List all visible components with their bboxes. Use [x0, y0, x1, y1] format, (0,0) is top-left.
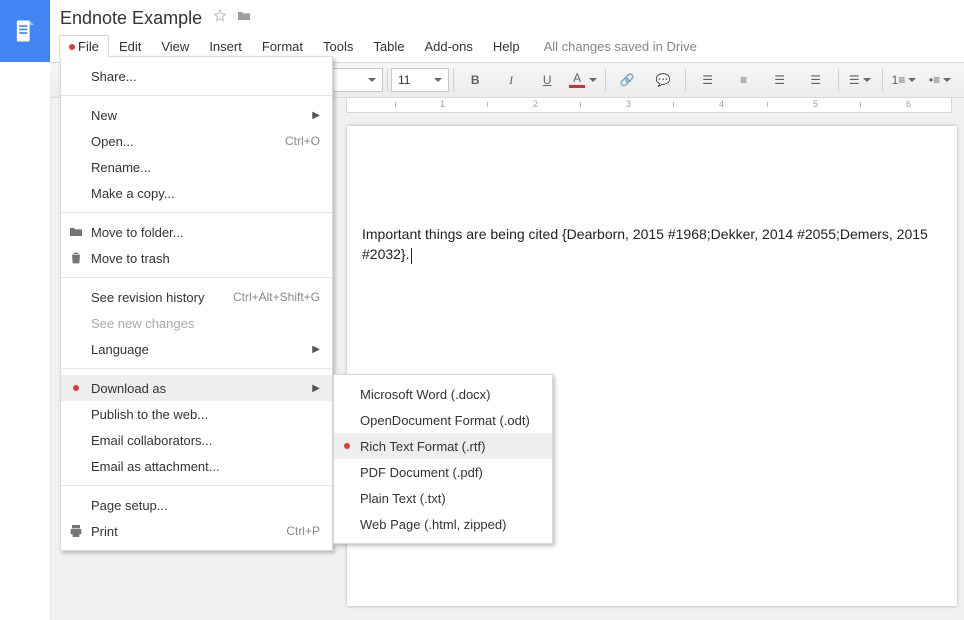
menu-item-see-new-changes: See new changes: [61, 310, 332, 336]
marker-dot-icon: [69, 44, 75, 50]
font-size-value: 11: [398, 73, 410, 87]
marker-dot-icon: [344, 443, 350, 449]
bulleted-list-button[interactable]: •≡: [922, 67, 958, 93]
caret-down-icon: [908, 78, 916, 82]
save-status: All changes saved in Drive: [544, 39, 697, 54]
folder-icon[interactable]: [236, 8, 252, 29]
menu-item-rename[interactable]: Rename...: [61, 154, 332, 180]
print-icon: [67, 522, 85, 540]
trash-icon: [67, 249, 85, 267]
star-icon[interactable]: [212, 8, 228, 29]
font-size-select[interactable]: 11: [391, 68, 449, 92]
caret-down-icon: [368, 78, 376, 82]
menu-item-open[interactable]: Open... Ctrl+O: [61, 128, 332, 154]
menu-item-move-to-trash[interactable]: Move to trash: [61, 245, 332, 271]
shortcut-label: Ctrl+Alt+Shift+G: [233, 290, 320, 304]
ruler: 1 2 3 4 5 6: [346, 97, 952, 113]
menu-item-move-to-folder[interactable]: Move to folder...: [61, 219, 332, 245]
align-justify-button[interactable]: ☰: [798, 67, 834, 93]
menu-item-print[interactable]: Print Ctrl+P: [61, 518, 332, 544]
menubar: File Edit View Insert Format Tools Table…: [60, 35, 697, 58]
caret-down-icon: [434, 78, 442, 82]
submenu-item-odt[interactable]: OpenDocument Format (.odt): [334, 407, 552, 433]
menu-item-email-collaborators[interactable]: Email collaborators...: [61, 427, 332, 453]
submenu-arrow-icon: ▶: [312, 110, 320, 121]
menu-help[interactable]: Help: [483, 35, 530, 58]
docs-icon: [11, 17, 39, 45]
menu-tools[interactable]: Tools: [313, 35, 363, 58]
submenu-item-html[interactable]: Web Page (.html, zipped): [334, 511, 552, 537]
submenu-item-rtf[interactable]: Rich Text Format (.rtf): [334, 433, 552, 459]
submenu-item-docx[interactable]: Microsoft Word (.docx): [334, 381, 552, 407]
menu-item-publish-web[interactable]: Publish to the web...: [61, 401, 332, 427]
menu-item-make-copy[interactable]: Make a copy...: [61, 180, 332, 206]
menu-edit[interactable]: Edit: [109, 35, 151, 58]
align-center-button[interactable]: ≡: [726, 67, 762, 93]
underline-button[interactable]: U: [529, 67, 565, 93]
document-body-text: Important things are being cited {Dearbo…: [362, 226, 928, 262]
menu-addons[interactable]: Add-ons: [414, 35, 482, 58]
submenu-item-pdf[interactable]: PDF Document (.pdf): [334, 459, 552, 485]
caret-down-icon: [863, 78, 871, 82]
bold-button[interactable]: B: [457, 67, 493, 93]
menu-item-language[interactable]: Language ▶: [61, 336, 332, 362]
align-left-button[interactable]: ☰: [690, 67, 726, 93]
line-spacing-button[interactable]: ☰: [842, 67, 878, 93]
file-menu-panel: Share... New ▶ Open... Ctrl+O Rename... …: [60, 56, 333, 551]
left-gutter: [0, 62, 51, 620]
document-title[interactable]: Endnote Example: [60, 8, 202, 29]
menu-item-download-as[interactable]: Download as ▶: [61, 375, 332, 401]
menu-item-share[interactable]: Share...: [61, 63, 332, 89]
submenu-arrow-icon: ▶: [312, 383, 320, 394]
folder-icon: [67, 223, 85, 241]
submenu-arrow-icon: ▶: [312, 344, 320, 355]
italic-button[interactable]: I: [493, 67, 529, 93]
menu-format[interactable]: Format: [252, 35, 313, 58]
insert-link-button[interactable]: 🔗: [609, 67, 645, 93]
menu-table[interactable]: Table: [363, 35, 414, 58]
shortcut-label: Ctrl+O: [285, 134, 320, 148]
shortcut-label: Ctrl+P: [286, 524, 320, 538]
caret-down-icon: [943, 78, 951, 82]
menu-item-page-setup[interactable]: Page setup...: [61, 492, 332, 518]
numbered-list-button[interactable]: 1≡: [886, 67, 922, 93]
menu-item-email-attachment[interactable]: Email as attachment...: [61, 453, 332, 479]
submenu-item-txt[interactable]: Plain Text (.txt): [334, 485, 552, 511]
text-cursor: [411, 248, 412, 264]
menu-item-new[interactable]: New ▶: [61, 102, 332, 128]
menu-view[interactable]: View: [151, 35, 199, 58]
app-logo[interactable]: [0, 0, 50, 62]
text-color-swatch: [569, 85, 585, 88]
menu-item-revision-history[interactable]: See revision history Ctrl+Alt+Shift+G: [61, 284, 332, 310]
download-as-submenu: Microsoft Word (.docx) OpenDocument Form…: [333, 374, 553, 544]
caret-down-icon: [589, 78, 597, 82]
align-right-button[interactable]: ☰: [762, 67, 798, 93]
marker-dot-icon: [67, 379, 85, 397]
menu-insert[interactable]: Insert: [199, 35, 252, 58]
text-color-button[interactable]: A: [565, 67, 601, 93]
insert-comment-button[interactable]: 💬: [645, 67, 681, 93]
menu-file[interactable]: File: [59, 35, 109, 58]
